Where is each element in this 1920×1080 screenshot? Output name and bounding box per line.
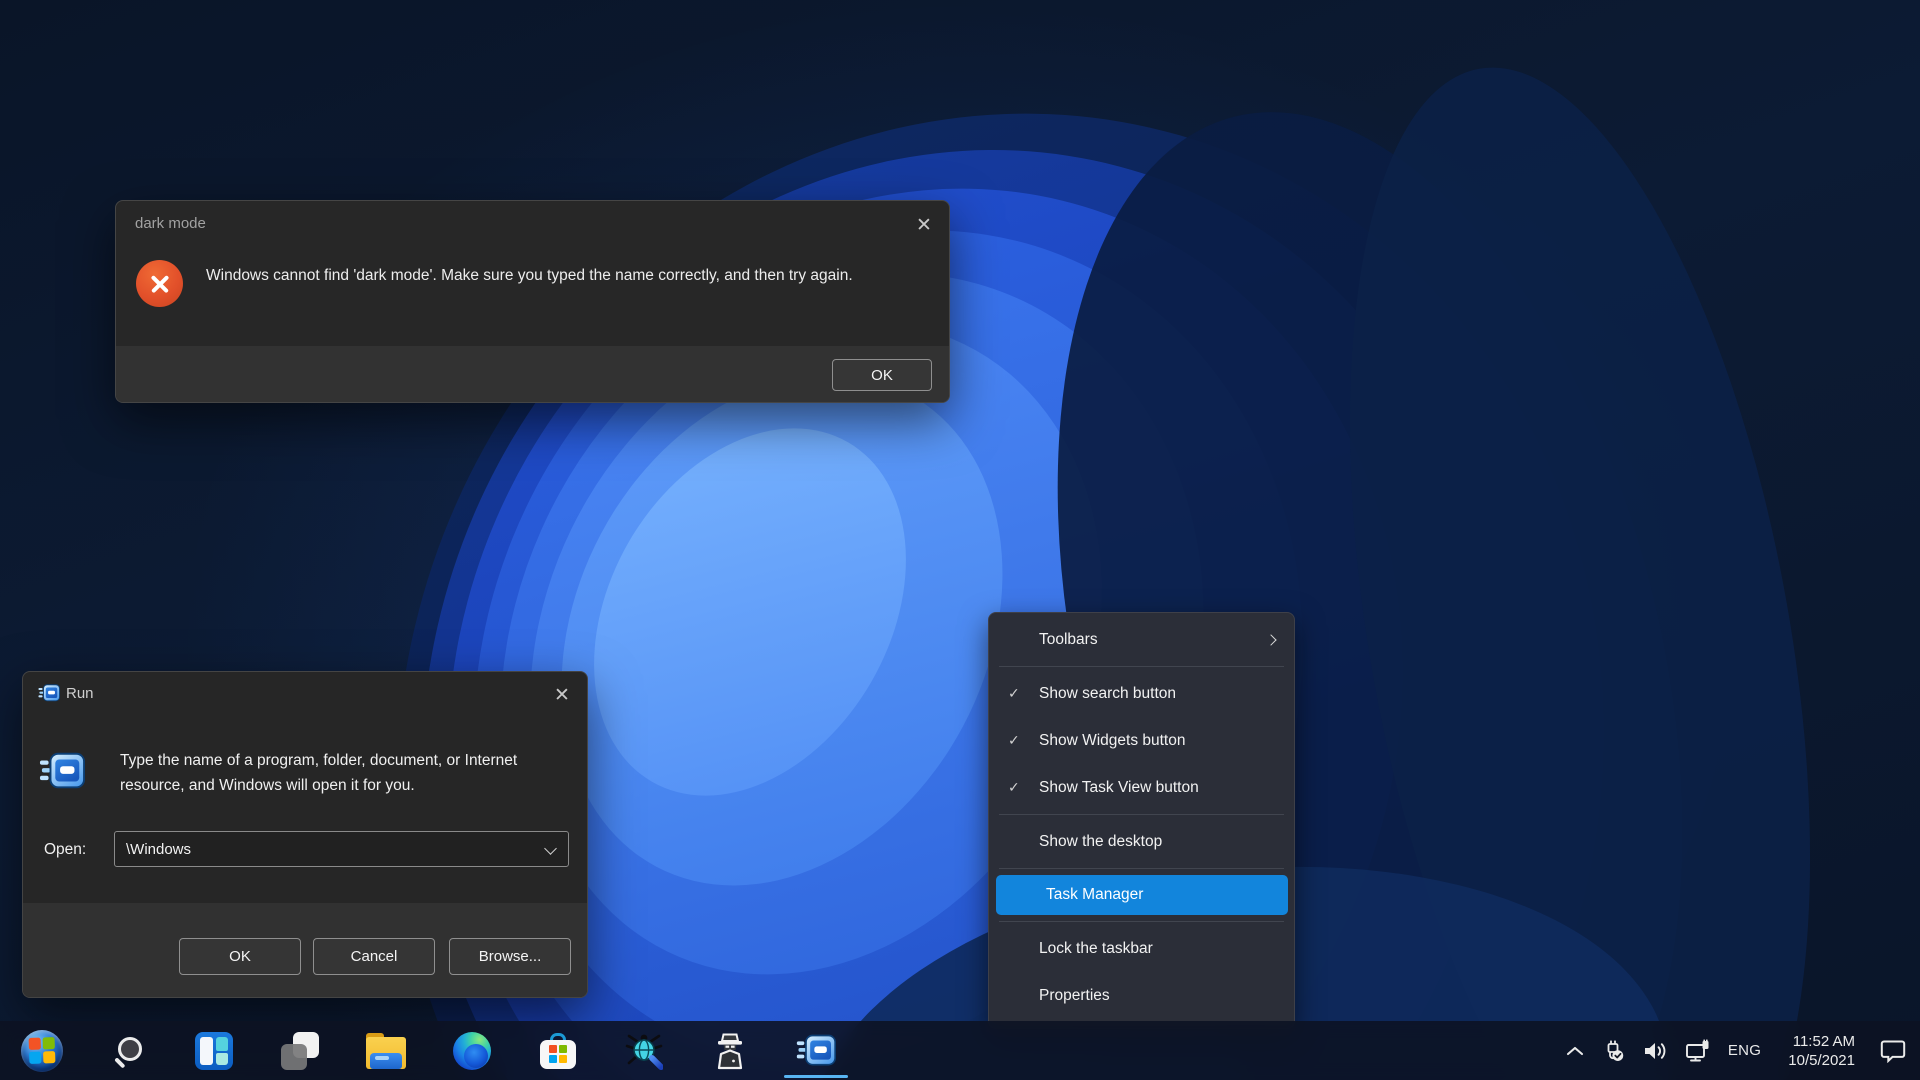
menu-item-label: Toolbars — [1039, 630, 1098, 648]
error-message: Windows cannot find 'dark mode'. Make su… — [206, 267, 853, 284]
network-icon[interactable] — [1685, 1039, 1711, 1063]
bug-finder-button[interactable] — [614, 1023, 674, 1079]
menu-item-show-the-desktop[interactable]: Show the desktop — [989, 818, 1294, 865]
check-icon: ✓ — [1008, 685, 1020, 701]
menu-item-show-search-button[interactable]: ✓ Show search button — [989, 670, 1294, 717]
menu-separator — [999, 666, 1284, 667]
menu-separator — [999, 814, 1284, 815]
run-icon — [38, 684, 60, 702]
windows-start-icon — [21, 1029, 63, 1072]
search-icon — [113, 1036, 143, 1069]
microsoft-store-button[interactable] — [528, 1023, 588, 1079]
open-label: Open: — [44, 841, 87, 858]
language-indicator[interactable]: ENG — [1728, 1042, 1761, 1059]
menu-item-label: Task Manager — [1046, 886, 1144, 903]
error-dialog-title: dark mode — [135, 215, 206, 232]
task-view-button[interactable] — [270, 1023, 330, 1079]
clock[interactable]: 11:52 AM 10/5/2021 — [1788, 1032, 1855, 1070]
run-icon — [39, 752, 85, 789]
widgets-button[interactable] — [184, 1023, 244, 1079]
widgets-icon — [195, 1031, 233, 1070]
run-dialog: Run ✕ Type the name of a program, folder… — [22, 671, 588, 998]
close-icon[interactable]: ✕ — [549, 682, 575, 708]
menu-item-label: Show the desktop — [1039, 832, 1163, 850]
system-tray: ENG 11:52 AM 10/5/2021 — [1566, 1032, 1920, 1070]
microsoft-store-icon — [540, 1032, 576, 1069]
tray-time: 11:52 AM — [1792, 1032, 1855, 1050]
menu-item-label: Show Task View button — [1039, 778, 1199, 796]
taskbar: ENG 11:52 AM 10/5/2021 — [0, 1021, 1920, 1080]
run-description: Type the name of a program, folder, docu… — [120, 752, 518, 794]
cancel-button[interactable]: Cancel — [313, 938, 435, 975]
error-icon — [136, 260, 183, 307]
check-icon: ✓ — [1008, 732, 1020, 748]
browse-button[interactable]: Browse... — [449, 938, 571, 975]
menu-item-toolbars[interactable]: Toolbars — [989, 616, 1294, 663]
run-app-button[interactable] — [784, 1023, 848, 1079]
menu-item-label: Show search button — [1039, 684, 1177, 702]
spy-tool-button[interactable] — [700, 1023, 760, 1079]
error-dialog: dark mode ✕ Windows cannot find 'dark mo… — [115, 200, 950, 403]
run-icon — [796, 1034, 836, 1066]
task-view-icon — [281, 1031, 319, 1070]
start-button[interactable] — [12, 1023, 72, 1079]
spy-icon — [717, 1033, 743, 1069]
check-icon: ✓ — [1008, 779, 1020, 795]
safely-remove-hardware-icon[interactable] — [1601, 1038, 1625, 1063]
menu-item-label: Properties — [1039, 986, 1110, 1004]
tray-date: 10/5/2021 — [1788, 1051, 1855, 1069]
run-dialog-title: Run — [66, 685, 94, 702]
ok-button[interactable]: OK — [179, 938, 301, 975]
menu-item-properties[interactable]: Properties — [989, 972, 1294, 1019]
menu-item-label: Show Widgets button — [1039, 731, 1186, 749]
menu-item-show-task-view-button[interactable]: ✓ Show Task View button — [989, 764, 1294, 811]
close-icon[interactable]: ✕ — [911, 212, 937, 238]
file-explorer-icon — [366, 1032, 406, 1069]
bug-finder-icon — [625, 1034, 663, 1070]
ok-button[interactable]: OK — [832, 359, 932, 391]
edge-icon — [453, 1031, 491, 1070]
open-combobox[interactable] — [114, 831, 569, 867]
menu-item-task-manager[interactable]: Task Manager — [989, 872, 1294, 918]
menu-separator — [999, 921, 1284, 922]
volume-icon[interactable] — [1642, 1040, 1668, 1062]
menu-item-lock-the-taskbar[interactable]: Lock the taskbar — [989, 925, 1294, 972]
menu-item-label: Lock the taskbar — [1039, 939, 1153, 957]
error-dialog-footer — [116, 346, 949, 402]
taskbar-context-menu: Toolbars ✓ Show search button ✓ Show Wid… — [988, 612, 1295, 1029]
notification-bubble-icon[interactable] — [1880, 1038, 1906, 1063]
menu-item-show-widgets-button[interactable]: ✓ Show Widgets button — [989, 717, 1294, 764]
desktop: dark mode ✕ Windows cannot find 'dark mo… — [0, 0, 1920, 1080]
show-hidden-icons-chevron[interactable] — [1566, 1045, 1584, 1057]
file-explorer-button[interactable] — [356, 1023, 416, 1079]
edge-button[interactable] — [442, 1023, 502, 1079]
search-button[interactable] — [98, 1023, 158, 1079]
active-app-indicator — [784, 1074, 848, 1078]
menu-separator — [999, 868, 1284, 869]
